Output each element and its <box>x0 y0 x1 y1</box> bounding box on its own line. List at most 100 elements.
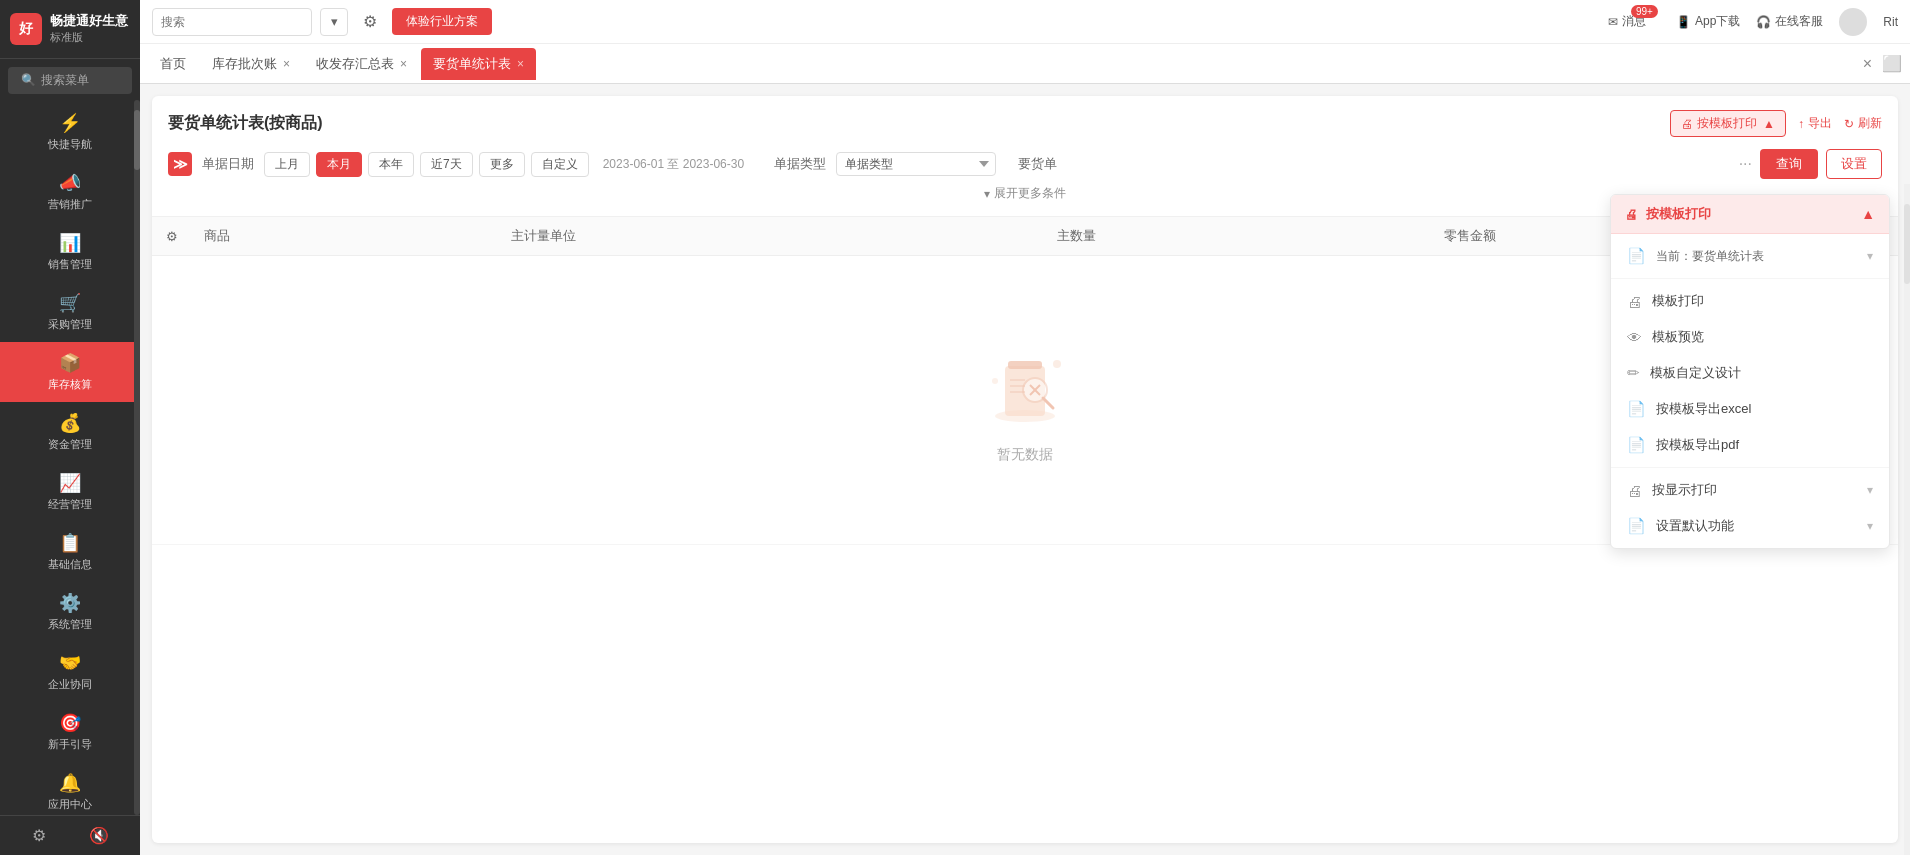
tab-receipts-summary-close[interactable]: × <box>400 57 407 71</box>
sidebar-nav: ⚡ 快捷导航 📣 营销推广 📊 销售管理 🛒 采购管理 📦 库存核算 💰 资金管… <box>0 102 140 815</box>
page-content: 要货单统计表(按商品) 🖨 按模板打印 ▲ ↑ 导出 ↻ 刷新 <box>140 84 1910 855</box>
date-options: 上月 本月 本年 近7天 更多 自定义 <box>264 152 589 177</box>
nav-icon-basic: 📋 <box>59 532 81 554</box>
date-last7-btn[interactable]: 近7天 <box>420 152 473 177</box>
sidebar-item-system[interactable]: ⚙️ 系统管理 <box>0 582 140 642</box>
industry-solution-button[interactable]: 体验行业方案 <box>392 8 492 35</box>
sidebar: 好 畅捷通好生意 标准版 🔍 搜索菜单 ⚡ 快捷导航 📣 营销推广 📊 销售管理… <box>0 0 140 855</box>
template-design-icon: ✏ <box>1627 364 1640 382</box>
doc-type-filter-label: 单据类型 <box>774 155 826 173</box>
dropdown-collapse-btn[interactable]: ▲ <box>1861 206 1875 222</box>
tab-order-stats[interactable]: 要货单统计表 × <box>421 48 536 80</box>
current-doc-icon: 📄 <box>1627 247 1646 265</box>
nav-icon-collab: 🤝 <box>59 652 81 674</box>
tab-inventory-batch[interactable]: 库存批次账 × <box>200 48 302 80</box>
tab-home[interactable]: 首页 <box>148 48 198 80</box>
dropdown-header: 🖨 按模板打印 ▲ <box>1611 195 1889 234</box>
current-chevron-icon: ▾ <box>1867 249 1873 263</box>
export-icon: ↑ <box>1798 117 1804 131</box>
col-quantity: 主数量 <box>1045 217 1432 256</box>
export-button[interactable]: ↑ 导出 <box>1798 115 1832 132</box>
date-custom-btn[interactable]: 自定义 <box>531 152 589 177</box>
date-prev-month-btn[interactable]: 上月 <box>264 152 310 177</box>
topbar-search-input[interactable] <box>152 8 312 36</box>
sidebar-item-basic[interactable]: 📋 基础信息 <box>0 522 140 582</box>
tab-order-stats-close[interactable]: × <box>517 57 524 71</box>
date-filter-label: 单据日期 <box>202 155 254 173</box>
topbar: ▾ ⚙ 体验行业方案 ✉ 消息 99+ 📱 App下载 🎧 在线客服 Rit <box>140 0 1910 44</box>
dropdown-template-print[interactable]: 🖨 模板打印 <box>1611 283 1889 319</box>
sidebar-item-collab[interactable]: 🤝 企业协同 <box>0 642 140 702</box>
tab-receipts-summary[interactable]: 收发存汇总表 × <box>304 48 419 80</box>
page-scrollbar[interactable] <box>1904 184 1910 855</box>
dropdown-export-excel[interactable]: 📄 按模板导出excel <box>1611 391 1889 427</box>
panel-header: 要货单统计表(按商品) 🖨 按模板打印 ▲ ↑ 导出 ↻ 刷新 <box>152 96 1898 137</box>
set-default-icon: 📄 <box>1627 517 1646 535</box>
dropdown-template-design[interactable]: ✏ 模板自定义设计 <box>1611 355 1889 391</box>
empty-illustration <box>975 336 1075 436</box>
messages-button[interactable]: ✉ 消息 99+ <box>1608 13 1646 30</box>
sidebar-item-appstore[interactable]: 🔔 应用中心 <box>0 762 140 815</box>
template-preview-icon: 👁 <box>1627 329 1642 346</box>
more-options-icon[interactable]: ··· <box>1739 155 1752 173</box>
online-service-button[interactable]: 🎧 在线客服 <box>1756 13 1823 30</box>
doc-type-select[interactable]: 单据类型 <box>836 152 996 176</box>
tab-inventory-batch-close[interactable]: × <box>283 57 290 71</box>
refresh-button[interactable]: ↻ 刷新 <box>1844 115 1882 132</box>
window-close-btn[interactable]: × <box>1863 55 1872 73</box>
sidebar-item-quick-nav[interactable]: ⚡ 快捷导航 <box>0 102 140 162</box>
dropdown-current-section: 📄 当前：要货单统计表 ▾ <box>1611 234 1889 279</box>
date-current-month-btn[interactable]: 本月 <box>316 152 362 177</box>
topbar-dropdown-btn[interactable]: ▾ <box>320 8 348 36</box>
dropdown-export-pdf[interactable]: 📄 按模板导出pdf <box>1611 427 1889 463</box>
user-avatar[interactable] <box>1839 8 1867 36</box>
sidebar-item-marketing[interactable]: 📣 营销推广 <box>0 162 140 222</box>
sidebar-item-finance[interactable]: 💰 资金管理 <box>0 402 140 462</box>
nav-icon-guide: 🎯 <box>59 712 81 734</box>
display-print-chevron: ▾ <box>1867 483 1873 497</box>
sidebar-item-inventory[interactable]: 📦 库存核算 <box>0 342 140 402</box>
query-button[interactable]: 查询 <box>1760 149 1818 179</box>
setting-button[interactable]: 设置 <box>1826 149 1882 179</box>
print-template-dropdown: 🖨 按模板打印 ▲ 📄 当前：要货单统计表 ▾ 🖨 模板打印 <box>1610 194 1890 549</box>
nav-icon-system: ⚙️ <box>59 592 81 614</box>
message-icon: ✉ <box>1608 15 1618 29</box>
filter-expand-toggle[interactable]: ≫ <box>168 152 192 176</box>
window-maximize-btn[interactable]: ⬜ <box>1882 54 1902 73</box>
app-logo-icon: 好 <box>10 13 42 45</box>
sidebar-item-purchase[interactable]: 🛒 采购管理 <box>0 282 140 342</box>
nav-icon-marketing: 📣 <box>59 172 81 194</box>
page-title: 要货单统计表(按商品) <box>168 113 323 134</box>
col-unit: 主计量单位 <box>499 217 1045 256</box>
nav-icon-inventory: 📦 <box>59 352 81 374</box>
col-product: 商品 <box>192 217 499 256</box>
sidebar-item-sales[interactable]: 📊 销售管理 <box>0 222 140 282</box>
nav-icon-operations: 📈 <box>59 472 81 494</box>
settings-icon[interactable]: ⚙ <box>32 826 46 845</box>
phone-icon: 📱 <box>1676 15 1691 29</box>
topbar-gear-btn[interactable]: ⚙ <box>356 8 384 36</box>
app-download-button[interactable]: 📱 App下载 <box>1676 13 1740 30</box>
printer-icon: 🖨 <box>1625 207 1638 222</box>
col-settings[interactable]: ⚙ <box>152 217 192 256</box>
sidebar-logo: 好 畅捷通好生意 标准版 <box>0 0 140 59</box>
dropdown-current-item: 📄 当前：要货单统计表 ▾ <box>1611 238 1889 274</box>
date-current-year-btn[interactable]: 本年 <box>368 152 414 177</box>
nav-icon-quick: ⚡ <box>59 112 81 134</box>
page-scrollbar-thumb <box>1904 204 1910 284</box>
mute-icon[interactable]: 🔇 <box>89 826 109 845</box>
empty-text: 暂无数据 <box>997 446 1053 464</box>
svg-point-9 <box>1053 360 1061 368</box>
sidebar-item-operations[interactable]: 📈 经营管理 <box>0 462 140 522</box>
print-template-button[interactable]: 🖨 按模板打印 ▲ <box>1670 110 1786 137</box>
topbar-right: ✉ 消息 99+ 📱 App下载 🎧 在线客服 Rit <box>1608 8 1898 36</box>
date-more-btn[interactable]: 更多 <box>479 152 525 177</box>
dropdown-template-preview[interactable]: 👁 模板预览 <box>1611 319 1889 355</box>
sidebar-item-guide[interactable]: 🎯 新手引导 <box>0 702 140 762</box>
tabs-bar: 首页 库存批次账 × 收发存汇总表 × 要货单统计表 × × ⬜ <box>140 44 1910 84</box>
dropdown-set-default[interactable]: 📄 设置默认功能 ▾ <box>1611 508 1889 544</box>
sidebar-search[interactable]: 🔍 搜索菜单 <box>8 67 132 94</box>
main-area: ▾ ⚙ 体验行业方案 ✉ 消息 99+ 📱 App下载 🎧 在线客服 Rit <box>140 0 1910 855</box>
dropdown-display-print[interactable]: 🖨 按显示打印 ▾ <box>1611 472 1889 508</box>
template-print-icon: 🖨 <box>1627 293 1642 310</box>
